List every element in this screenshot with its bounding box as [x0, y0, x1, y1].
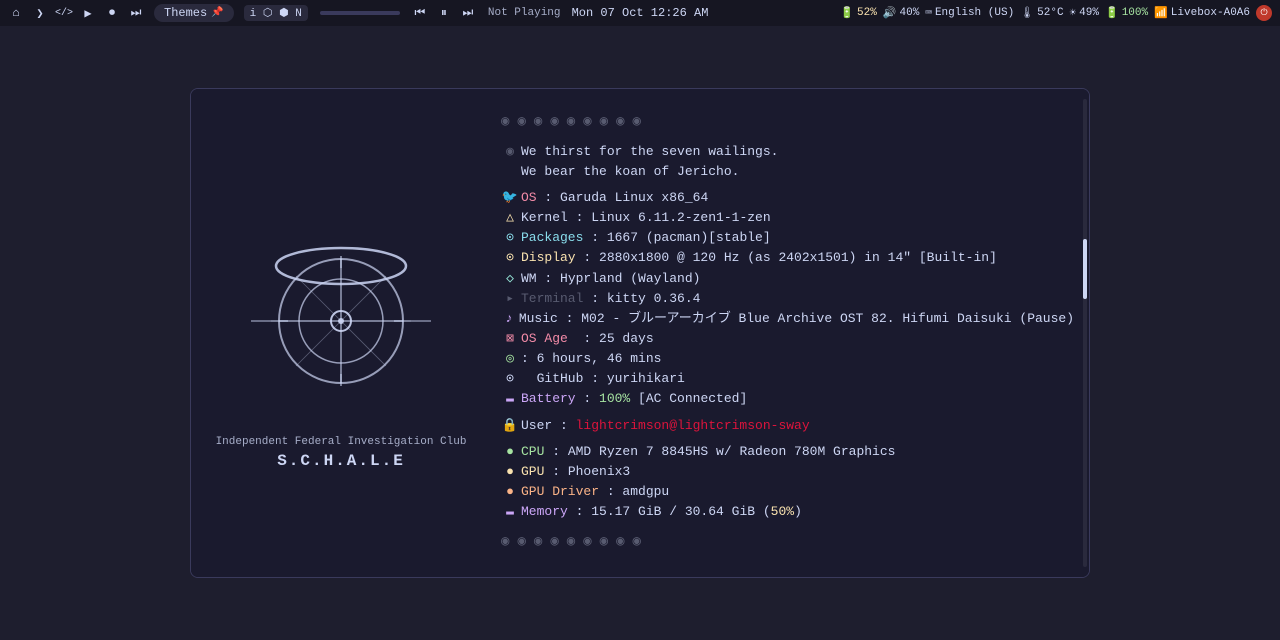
themes-label: Themes	[164, 6, 207, 20]
home-icon[interactable]: ⌂	[6, 3, 26, 23]
themes-pin-icon: 📌	[211, 7, 223, 19]
sysinfo-section: 🐦 OS : Garuda Linux x86_64 △ Kernel : Li…	[501, 188, 1074, 410]
osage-line: ⊠ OS Age : 25 days	[501, 329, 1074, 349]
taskbar-right: 🔋 52% 🔊 40% ⌨ English (US) 🌡 52°C ☀ 49% …	[840, 5, 1280, 21]
pause-icon[interactable]: ⏸	[434, 3, 454, 23]
logo-subtitle: Independent Federal Investigation Club	[216, 436, 467, 448]
quote-section: ◉ We thirst for the seven wailings. We b…	[501, 142, 1074, 182]
logo-title: S.C.H.A.L.E	[216, 452, 467, 470]
hardware-section: ● CPU : AMD Ryzen 7 8845HS w/ Radeon 780…	[501, 442, 1074, 523]
terminal-icon[interactable]: ❯	[30, 3, 50, 23]
wifi-indicator: 📶 Livebox-A0A6	[1154, 6, 1250, 20]
scrollbar-track[interactable]	[1083, 99, 1087, 567]
brightness-indicator: ☀ 49%	[1070, 6, 1099, 20]
taskbar: ⌂ ❯ </> ▶ ⏺ ⏭ Themes 📌 i ⬡ ⬢ N ⏮ ⏸ ⏭ Not…	[0, 0, 1280, 26]
workspace-group: i ⬡ ⬢ N	[244, 5, 308, 21]
battery-line: ▬ Battery : 100% [AC Connected]	[501, 389, 1074, 409]
logo-container	[231, 196, 451, 416]
themes-button[interactable]: Themes 📌	[154, 4, 234, 22]
volume-indicator: 🔊 40%	[883, 6, 920, 20]
scrollbar-thumb[interactable]	[1083, 239, 1087, 299]
quote-line2: We bear the koan of Jericho.	[501, 162, 1074, 182]
quote-line1: ◉ We thirst for the seven wailings.	[501, 142, 1074, 162]
github-line: ⊙ GitHub : yurihikari	[501, 369, 1074, 389]
uptime-line: ◎ : 6 hours, 46 mins	[501, 349, 1074, 369]
os-line: 🐦 OS : Garuda Linux x86_64	[501, 188, 1074, 208]
display-line: ⊙ Display : 2880x1800 @ 120 Hz (as 2402x…	[501, 248, 1074, 268]
terminal-window: Independent Federal Investigation Club S…	[190, 88, 1090, 578]
progress-bar	[320, 11, 400, 15]
gpu-line: ● GPU : Phoenix3	[501, 462, 1074, 482]
logo-text: Independent Federal Investigation Club S…	[216, 436, 467, 470]
main-area: Independent Federal Investigation Club S…	[0, 26, 1280, 640]
dots-bottom: ◉◉◉◉◉◉◉◉◉	[501, 532, 1074, 554]
memory-line: ▬ Memory : 15.17 GiB / 30.64 GiB (50%)	[501, 502, 1074, 522]
terminal-line: ▸ Terminal : kitty 0.36.4	[501, 289, 1074, 309]
wm-line: ◇ WM : Hyprland (Wayland)	[501, 269, 1074, 289]
workspace-indicators: i ⬡ ⬢ N	[250, 6, 302, 20]
dots-top: ◉◉◉◉◉◉◉◉◉	[501, 112, 1074, 134]
terminal-output[interactable]: ◉◉◉◉◉◉◉◉◉ ◉ We thirst for the seven wail…	[491, 89, 1089, 577]
user-section: 🔒 User : lightcrimson@lightcrimson-sway	[501, 416, 1074, 436]
datetime: Mon 07 Oct 12:26 AM	[572, 6, 709, 20]
play-icon[interactable]: ▶	[78, 3, 98, 23]
battery-full-indicator: 🔋 100%	[1105, 6, 1148, 20]
prev-icon[interactable]: ⏮	[410, 3, 430, 23]
taskbar-center: Mon 07 Oct 12:26 AM	[572, 6, 709, 20]
temp-indicator: 🌡 52°C	[1020, 6, 1063, 20]
music-line: ♪ Music : M02 - ブルーアーカイブ Blue Archive OS…	[501, 309, 1074, 329]
kernel-line: △ Kernel : Linux 6.11.2-zen1-1-zen	[501, 208, 1074, 228]
cpu-line: ● CPU : AMD Ryzen 7 8845HS w/ Radeon 780…	[501, 442, 1074, 462]
forward-icon[interactable]: ⏭	[126, 3, 146, 23]
code-icon[interactable]: </>	[54, 3, 74, 23]
packages-line: ⊙ Packages : 1667 (pacman)[stable]	[501, 228, 1074, 248]
battery-indicator: 🔋 52%	[840, 6, 877, 20]
power-button[interactable]: ⏻	[1256, 5, 1272, 21]
user-line: 🔒 User : lightcrimson@lightcrimson-sway	[501, 416, 1074, 436]
record-icon[interactable]: ⏺	[102, 3, 122, 23]
next-icon[interactable]: ⏭	[458, 3, 478, 23]
left-panel: Independent Federal Investigation Club S…	[191, 89, 491, 577]
taskbar-left: ⌂ ❯ </> ▶ ⏺ ⏭ Themes 📌 i ⬡ ⬢ N ⏮ ⏸ ⏭ Not…	[0, 3, 561, 23]
gpudriver-line: ● GPU Driver : amdgpu	[501, 482, 1074, 502]
schale-logo-svg	[241, 206, 441, 406]
language-indicator: ⌨ English (US)	[925, 6, 1014, 20]
media-status: Not Playing	[488, 7, 561, 19]
